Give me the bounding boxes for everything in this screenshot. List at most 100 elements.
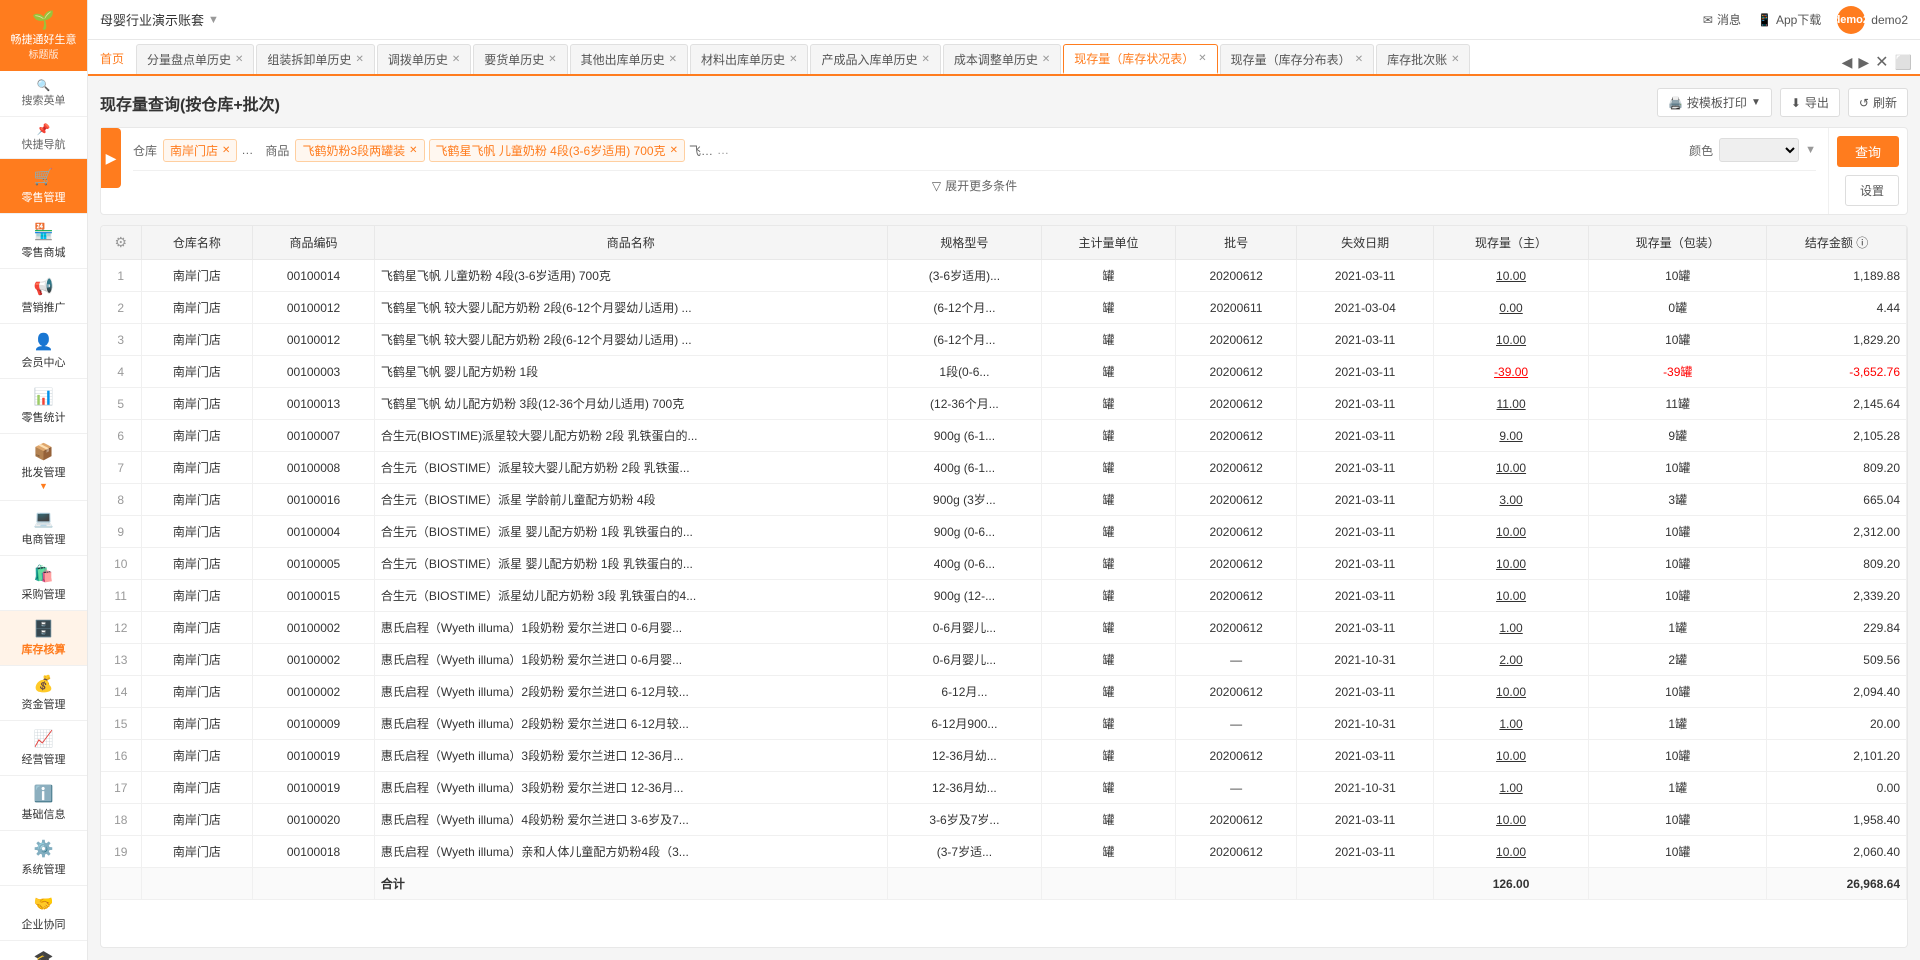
- table-scroll[interactable]: ⚙ 仓库名称 商品编码 商品名称 规格型号 主计量单位 批号 失效日期 现存量（…: [101, 226, 1907, 947]
- sidebar-item-guide[interactable]: 🎓 新手引导: [0, 941, 87, 960]
- tab-maximize[interactable]: ⬜: [1893, 52, 1914, 73]
- tab-qitachu-close[interactable]: ✕: [669, 54, 677, 65]
- tab-chanpinru-close[interactable]: ✕: [921, 54, 929, 65]
- sidebar-finance-label: 资金管理: [4, 696, 83, 712]
- sidebar-item-ecommerce[interactable]: 💻 电商管理: [0, 501, 87, 556]
- color-select[interactable]: [1719, 138, 1799, 162]
- cell-qty-main[interactable]: 10.00: [1433, 580, 1589, 612]
- sidebar-item-search[interactable]: 🔍 搜索英单: [0, 71, 87, 117]
- product-more-dots[interactable]: …: [717, 143, 729, 157]
- cell-qty-main[interactable]: 10.00: [1433, 324, 1589, 356]
- cell-qty-main[interactable]: 1.00: [1433, 772, 1589, 804]
- cell-qty-main[interactable]: 0.00: [1433, 292, 1589, 324]
- cell-qty-main[interactable]: 10.00: [1433, 516, 1589, 548]
- export-button[interactable]: ⬇ 导出: [1780, 88, 1840, 117]
- tab-cailiao-close[interactable]: ✕: [789, 54, 797, 65]
- cell-qty-main[interactable]: 2.00: [1433, 644, 1589, 676]
- tab-chengben-close[interactable]: ✕: [1042, 54, 1050, 65]
- sidebar-logo[interactable]: 🌱 畅捷通好生意 标题版: [0, 0, 87, 71]
- sidebar-item-marketing[interactable]: 📢 营销推广: [0, 269, 87, 324]
- settings-button[interactable]: 设置: [1845, 175, 1899, 206]
- table-row: 17 南岸门店 00100019 惠氏启程（Wyeth illuma）3段奶粉 …: [101, 772, 1907, 804]
- tab-qitachu[interactable]: 其他出库单历史 ✕: [570, 44, 688, 74]
- refresh-button[interactable]: ↺ 刷新: [1848, 88, 1908, 117]
- tab-fenxing[interactable]: 分量盘点单历史 ✕: [136, 44, 254, 74]
- cell-qty-main[interactable]: -39.00: [1433, 356, 1589, 388]
- user-area[interactable]: demo2 demo2: [1837, 6, 1908, 34]
- cell-no: 8: [101, 484, 141, 516]
- cell-qty-pack: 1罐: [1589, 772, 1767, 804]
- messages-btn[interactable]: ✉ 消息: [1703, 11, 1741, 28]
- product-more[interactable]: 飞…: [689, 142, 713, 159]
- cell-qty-main[interactable]: 1.00: [1433, 708, 1589, 740]
- cell-qty-main[interactable]: 10.00: [1433, 452, 1589, 484]
- warehouse-tag[interactable]: 南岸门店 ✕: [163, 139, 237, 162]
- tab-zuhe-close[interactable]: ✕: [355, 54, 363, 65]
- tab-zuhe[interactable]: 组装拆卸单历史 ✕: [256, 44, 374, 74]
- tab-kucunpici[interactable]: 库存批次账 ✕: [1376, 44, 1470, 74]
- tab-chengben[interactable]: 成本调整单历史 ✕: [943, 44, 1061, 74]
- sidebar-item-operations[interactable]: 📈 经营管理: [0, 721, 87, 776]
- col-settings[interactable]: ⚙: [101, 226, 141, 260]
- cell-batch: 20200612: [1175, 324, 1297, 356]
- table-row: 15 南岸门店 00100009 惠氏启程（Wyeth illuma）2段奶粉 …: [101, 708, 1907, 740]
- sidebar-item-cooperation[interactable]: 🤝 企业协同: [0, 886, 87, 941]
- cell-qty-main[interactable]: 10.00: [1433, 676, 1589, 708]
- cell-amount: 229.84: [1767, 612, 1907, 644]
- tab-xianzaifenbu-close[interactable]: ✕: [1355, 54, 1363, 65]
- cell-qty-main[interactable]: 3.00: [1433, 484, 1589, 516]
- tab-chanpinru[interactable]: 产成品入库单历史 ✕: [810, 44, 940, 74]
- download-btn[interactable]: 📱 App下载: [1757, 11, 1821, 28]
- filter-toggle-btn[interactable]: ▶: [101, 128, 121, 188]
- cell-qty-main[interactable]: 1.00: [1433, 612, 1589, 644]
- sidebar-item-finance[interactable]: 💰 资金管理: [0, 666, 87, 721]
- sidebar-item-nav[interactable]: 📌 快捷导航: [0, 117, 87, 159]
- cell-qty-main[interactable]: 10.00: [1433, 836, 1589, 868]
- sidebar-item-system[interactable]: ⚙️ 系统管理: [0, 831, 87, 886]
- warehouse-tag-close[interactable]: ✕: [222, 145, 230, 156]
- cell-unit: 罐: [1042, 548, 1176, 580]
- expand-more-btn[interactable]: ▽ 展开更多条件: [133, 170, 1816, 200]
- tab-xianzaikucun-close[interactable]: ✕: [1198, 53, 1206, 64]
- tab-kucunpici-close[interactable]: ✕: [1451, 54, 1459, 65]
- sidebar-item-stats[interactable]: 📊 零售统计: [0, 379, 87, 434]
- product-tag-1[interactable]: 飞鹤奶粉3段两罐装 ✕: [295, 139, 424, 162]
- product-tag-2[interactable]: 飞鹤星飞帆 儿童奶粉 4段(3-6岁适用) 700克 ✕: [429, 139, 685, 162]
- tab-tiaopi-close[interactable]: ✕: [452, 54, 460, 65]
- warehouse-more[interactable]: …: [241, 143, 253, 157]
- tab-cailiao[interactable]: 材料出库单历史 ✕: [690, 44, 808, 74]
- sidebar-item-purchase[interactable]: 🛍️ 采购管理: [0, 556, 87, 611]
- tab-fenxing-close[interactable]: ✕: [235, 54, 243, 65]
- template-print-button[interactable]: 🖨️ 按模板打印 ▼: [1657, 88, 1772, 117]
- sidebar-item-member[interactable]: 👤 会员中心: [0, 324, 87, 379]
- footer-empty-5: [1042, 868, 1176, 900]
- cell-qty-main[interactable]: 9.00: [1433, 420, 1589, 452]
- settings-icon[interactable]: ⚙: [114, 234, 127, 250]
- cell-qty-main[interactable]: 10.00: [1433, 804, 1589, 836]
- cell-no: 15: [101, 708, 141, 740]
- tab-home[interactable]: 首页: [88, 44, 136, 74]
- tab-close-all[interactable]: ✕: [1873, 50, 1890, 74]
- tab-prev[interactable]: ◀: [1840, 52, 1855, 73]
- sidebar-item-inventory[interactable]: 🗄️ 库存核算: [0, 611, 87, 666]
- tab-tiaopi[interactable]: 调拨单历史 ✕: [377, 44, 471, 74]
- sidebar-item-wholesale[interactable]: 📦 批发管理 ▼: [0, 434, 87, 501]
- tab-yaohuo-close[interactable]: ✕: [548, 54, 556, 65]
- tab-next[interactable]: ▶: [1856, 52, 1871, 73]
- cell-qty-pack: 10罐: [1589, 804, 1767, 836]
- cell-qty-main[interactable]: 10.00: [1433, 740, 1589, 772]
- footer-empty-1: [101, 868, 141, 900]
- sidebar-item-shop[interactable]: 🏪 零售商城: [0, 214, 87, 269]
- product-tag-2-close[interactable]: ✕: [670, 145, 678, 156]
- cell-qty-main[interactable]: 10.00: [1433, 548, 1589, 580]
- sidebar-item-retail[interactable]: 🛒 零售管理: [0, 159, 87, 214]
- cell-qty-main[interactable]: 10.00: [1433, 260, 1589, 292]
- cell-qty-main[interactable]: 11.00: [1433, 388, 1589, 420]
- tab-yaohuo[interactable]: 要货单历史 ✕: [473, 44, 567, 74]
- tab-xianzaikucun[interactable]: 现存量（库存状况表） ✕: [1063, 44, 1217, 74]
- dropdown-icon[interactable]: ▼: [208, 14, 219, 26]
- sidebar-item-basic[interactable]: ℹ️ 基础信息: [0, 776, 87, 831]
- tab-xianzaifenbu[interactable]: 现存量（库存分布表） ✕: [1220, 44, 1374, 74]
- query-button[interactable]: 查询: [1837, 136, 1899, 167]
- product-tag-1-close[interactable]: ✕: [409, 145, 417, 156]
